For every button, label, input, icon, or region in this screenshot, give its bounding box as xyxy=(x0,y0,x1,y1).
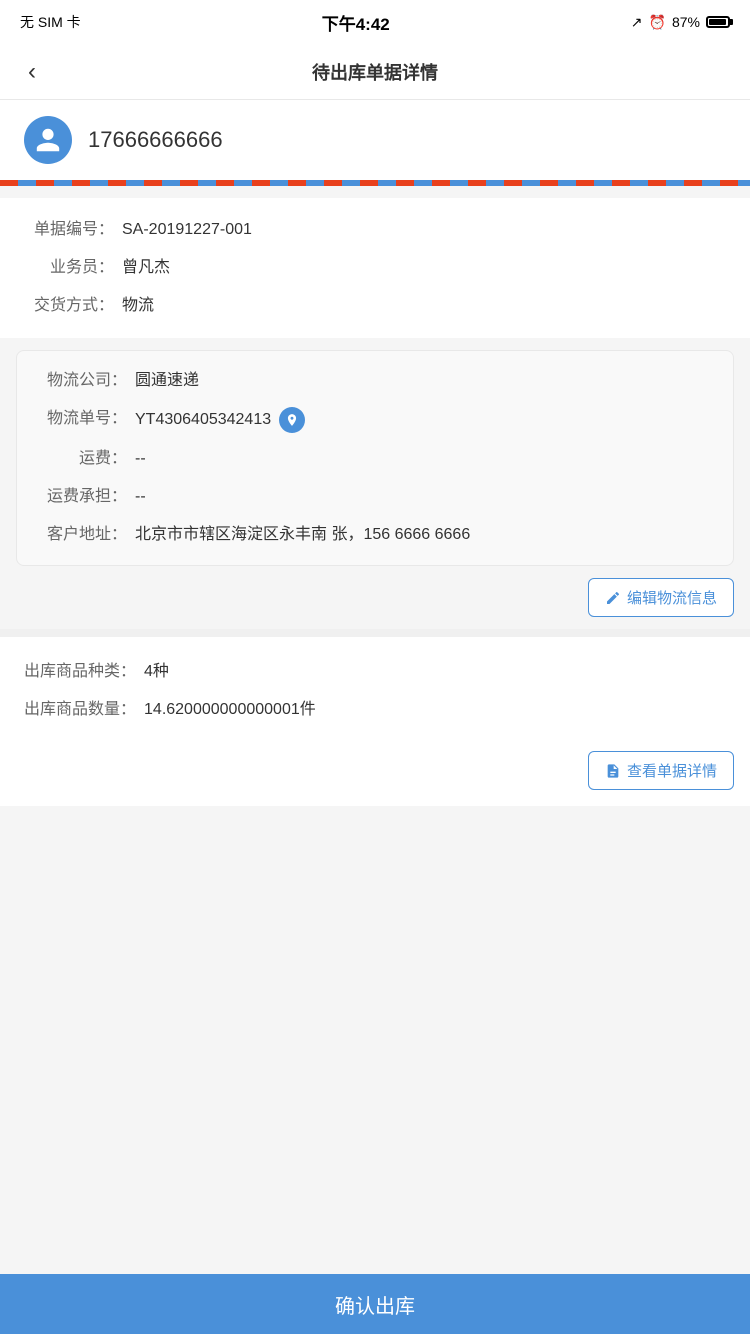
page-title: 待出库单据详情 xyxy=(312,59,438,85)
goods-quantity-row: 出库商品数量： 14.620000000000001件 xyxy=(24,695,726,719)
view-details-label: 查看单据详情 xyxy=(627,760,717,781)
tracking-no-row: 物流单号： YT4306405342413 xyxy=(37,407,713,433)
order-no-row: 单据编号： SA-20191227-001 xyxy=(24,218,726,242)
goods-quantity-label: 出库商品数量： xyxy=(24,695,136,719)
freight-value: -- xyxy=(135,447,713,471)
address-row: 客户地址： 北京市市辖区海淀区永丰南 张，156 6666 6666 xyxy=(37,523,713,547)
back-button[interactable]: ‹ xyxy=(20,50,44,94)
tracking-no-label: 物流单号： xyxy=(37,407,127,431)
logistics-company-label: 物流公司： xyxy=(37,369,127,393)
battery-icon xyxy=(706,16,730,28)
status-bar: 无 SIM 卡 下午4:42 ↗ ⏰ 87% xyxy=(0,0,750,44)
status-right: ↗ ⏰ 87% xyxy=(631,14,730,31)
logistics-section: 物流公司： 圆通速递 物流单号： YT4306405342413 运费： -- … xyxy=(16,350,734,566)
document-icon xyxy=(605,763,621,779)
edit-btn-container: 编辑物流信息 xyxy=(0,578,750,629)
view-btn-container: 查看单据详情 xyxy=(0,739,750,806)
time-text: 下午4:42 xyxy=(322,10,390,35)
goods-section: 出库商品种类： 4种 出库商品数量： 14.620000000000001件 xyxy=(0,637,750,739)
delivery-method-row: 交货方式： 物流 xyxy=(24,294,726,318)
location-icon xyxy=(285,413,299,427)
location-icon: ↗ xyxy=(631,14,643,31)
freight-label: 运费： xyxy=(37,447,127,471)
customer-phone: 17666666666 xyxy=(88,127,223,153)
customer-section: 17666666666 xyxy=(0,100,750,180)
avatar xyxy=(24,116,72,164)
goods-types-row: 出库商品种类： 4种 xyxy=(24,657,726,681)
salesman-label: 业务员： xyxy=(24,256,114,280)
logistics-company-row: 物流公司： 圆通速递 xyxy=(37,369,713,393)
order-info-section: 单据编号： SA-20191227-001 业务员： 曾凡杰 交货方式： 物流 xyxy=(0,198,750,338)
order-no-value: SA-20191227-001 xyxy=(122,218,726,242)
delivery-method-value: 物流 xyxy=(122,294,726,318)
freight-bearer-row: 运费承担： -- xyxy=(37,485,713,509)
edit-icon xyxy=(605,590,621,606)
spacer xyxy=(0,806,750,986)
edit-logistics-label: 编辑物流信息 xyxy=(627,587,717,608)
tracking-no-value: YT4306405342413 xyxy=(135,407,713,433)
location-pin-button[interactable] xyxy=(279,407,305,433)
order-no-label: 单据编号： xyxy=(24,218,114,242)
user-icon xyxy=(34,126,62,154)
address-value: 北京市市辖区海淀区永丰南 张，156 6666 6666 xyxy=(135,523,713,547)
freight-row: 运费： -- xyxy=(37,447,713,471)
section-divider xyxy=(0,629,750,637)
goods-types-label: 出库商品种类： xyxy=(24,657,136,681)
address-label: 客户地址： xyxy=(37,523,127,547)
confirm-btn-container: 确认出库 xyxy=(0,1274,750,1334)
delivery-method-label: 交货方式： xyxy=(24,294,114,318)
goods-types-value: 4种 xyxy=(144,657,169,681)
logistics-company-value: 圆通速递 xyxy=(135,369,713,393)
carrier-text: 无 SIM 卡 xyxy=(20,12,81,32)
edit-logistics-button[interactable]: 编辑物流信息 xyxy=(588,578,734,617)
tracking-no-text: YT4306405342413 xyxy=(135,408,271,432)
battery-text: 87% xyxy=(672,14,700,30)
goods-quantity-value: 14.620000000000001件 xyxy=(144,695,316,719)
dashed-separator xyxy=(0,180,750,186)
confirm-btn-label: 确认出库 xyxy=(335,1290,415,1319)
nav-bar: ‹ 待出库单据详情 xyxy=(0,44,750,100)
freight-bearer-value: -- xyxy=(135,485,713,509)
alarm-icon: ⏰ xyxy=(649,14,666,31)
salesman-row: 业务员： 曾凡杰 xyxy=(24,256,726,280)
view-details-button[interactable]: 查看单据详情 xyxy=(588,751,734,790)
freight-bearer-label: 运费承担： xyxy=(37,485,127,509)
confirm-outbound-button[interactable]: 确认出库 xyxy=(0,1274,750,1334)
salesman-value: 曾凡杰 xyxy=(122,256,726,280)
